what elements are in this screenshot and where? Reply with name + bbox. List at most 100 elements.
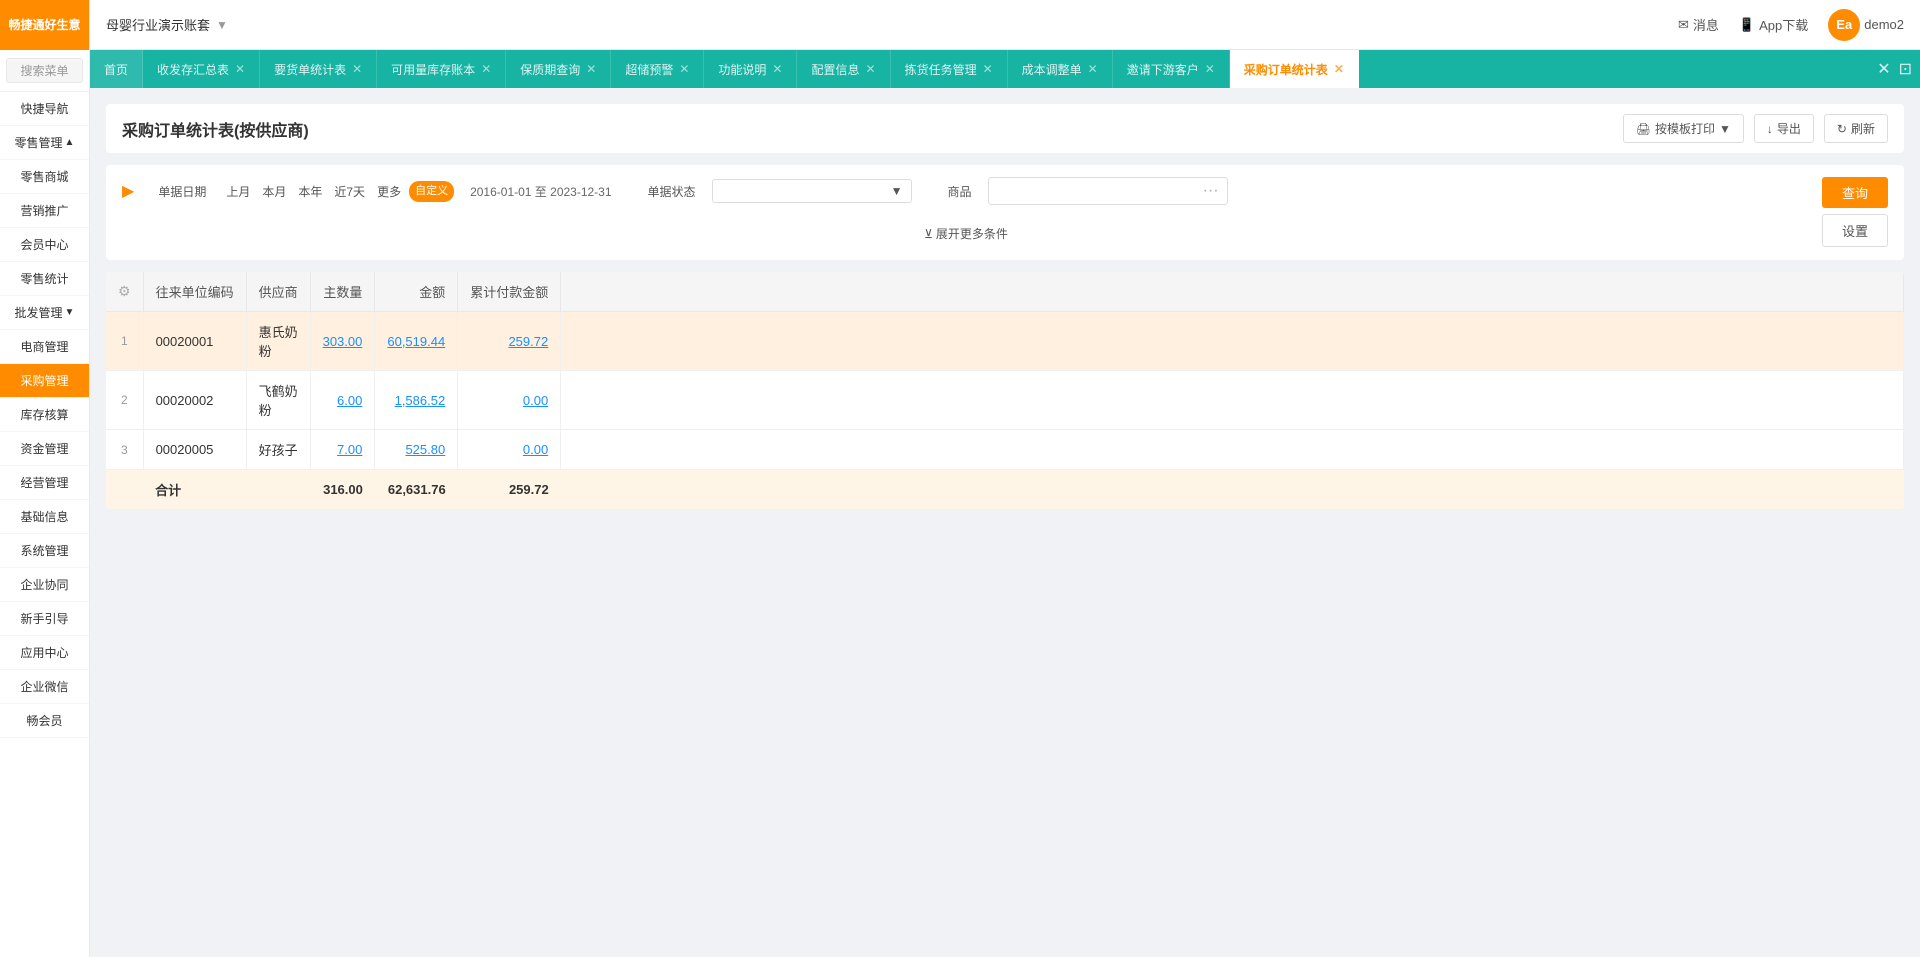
tab-close-all-button[interactable]: ✕ bbox=[1877, 59, 1890, 79]
sidebar-item-member[interactable]: 会员中心 bbox=[0, 228, 89, 262]
tab-available-stock[interactable]: 可用量库存账本 ✕ bbox=[377, 50, 506, 88]
tab-function-desc-close[interactable]: ✕ bbox=[772, 62, 782, 76]
sidebar-item-collab[interactable]: 企业协同 bbox=[0, 568, 89, 602]
tab-config-info-label: 配置信息 bbox=[811, 61, 859, 78]
tab-overstock-alert[interactable]: 超储预警 ✕ bbox=[611, 50, 704, 88]
tab-function-desc[interactable]: 功能说明 ✕ bbox=[704, 50, 797, 88]
cumulative-payment[interactable]: 0.00 bbox=[458, 371, 561, 430]
tab-home-label: 首页 bbox=[104, 61, 128, 78]
tab-config-info[interactable]: 配置信息 ✕ bbox=[797, 50, 890, 88]
printer-icon: 🖨 bbox=[1636, 122, 1651, 136]
shortcut-7days[interactable]: 近7天 bbox=[330, 181, 369, 202]
filter-collapse-button[interactable]: ▶ bbox=[122, 181, 134, 201]
footer-label: 合计 bbox=[143, 470, 246, 510]
tab-expiry-check-close[interactable]: ✕ bbox=[586, 62, 596, 76]
sidebar-item-finance[interactable]: 资金管理 bbox=[0, 432, 89, 466]
chevron-down-icon: ⊻ bbox=[924, 227, 933, 241]
settings-gear-icon[interactable]: ⚙ bbox=[118, 283, 131, 299]
shortcut-more[interactable]: 更多 bbox=[373, 181, 405, 202]
sidebar-item-basic[interactable]: 基础信息 bbox=[0, 500, 89, 534]
tab-order-stat-close[interactable]: ✕ bbox=[352, 62, 362, 76]
tab-bar: 首页 收发存汇总表 ✕ 要货单统计表 ✕ 可用量库存账本 ✕ 保质期查询 ✕ 超… bbox=[90, 50, 1920, 88]
page-title: 采购订单统计表(按供应商) bbox=[122, 117, 309, 141]
table-footer-row: 合计 316.00 62,631.76 259.72 bbox=[106, 470, 1904, 510]
sidebar-item-retail-stat[interactable]: 零售统计 bbox=[0, 262, 89, 296]
footer-empty-1 bbox=[106, 470, 143, 510]
shortcut-last-month[interactable]: 上月 bbox=[222, 181, 254, 202]
sidebar-item-system[interactable]: 系统管理 bbox=[0, 534, 89, 568]
print-button[interactable]: 🖨 按模板打印 ▼ bbox=[1623, 114, 1744, 143]
tab-receive-send-close[interactable]: ✕ bbox=[235, 62, 245, 76]
tab-home[interactable]: 首页 bbox=[90, 50, 143, 88]
user-menu[interactable]: Ea demo2 bbox=[1828, 9, 1904, 41]
row-num: 1 bbox=[106, 312, 143, 371]
shortcut-this-month[interactable]: 本月 bbox=[258, 181, 290, 202]
cumulative-payment[interactable]: 0.00 bbox=[458, 430, 561, 470]
sidebar-item-marketing[interactable]: 营销推广 bbox=[0, 194, 89, 228]
message-button[interactable]: ✉ 消息 bbox=[1678, 15, 1719, 34]
amount[interactable]: 60,519.44 bbox=[375, 312, 458, 371]
tab-purchase-order-stat[interactable]: 采购订单统计表 ✕ bbox=[1230, 50, 1359, 88]
settings-button[interactable]: 设置 bbox=[1822, 214, 1888, 247]
table-row[interactable]: 3 00020005 好孩子 7.00 525.80 0.00 bbox=[106, 430, 1904, 470]
shortcut-this-year[interactable]: 本年 bbox=[294, 181, 326, 202]
table-row[interactable]: 1 00020001 惠氏奶粉 303.00 60,519.44 259.72 bbox=[106, 312, 1904, 371]
amount[interactable]: 1,586.52 bbox=[375, 371, 458, 430]
sidebar-item-retail-mall[interactable]: 零售商城 bbox=[0, 160, 89, 194]
main-qty[interactable]: 7.00 bbox=[310, 430, 375, 470]
date-shortcuts: 上月 本月 本年 近7天 更多 自定义 bbox=[222, 181, 454, 202]
amount[interactable]: 525.80 bbox=[375, 430, 458, 470]
main-qty[interactable]: 303.00 bbox=[310, 312, 375, 371]
tab-cost-adjust-close[interactable]: ✕ bbox=[1088, 62, 1098, 76]
goods-input[interactable]: ··· bbox=[988, 177, 1228, 205]
tab-purchase-order-stat-close[interactable]: ✕ bbox=[1334, 62, 1344, 76]
sidebar-item-app-center[interactable]: 应用中心 bbox=[0, 636, 89, 670]
tab-expiry-check[interactable]: 保质期查询 ✕ bbox=[506, 50, 611, 88]
tab-order-stat[interactable]: 要货单统计表 ✕ bbox=[260, 50, 377, 88]
sidebar-item-quick-nav[interactable]: 快捷导航 bbox=[0, 92, 89, 126]
tab-picking-task[interactable]: 拣货任务管理 ✕ bbox=[891, 50, 1008, 88]
sidebar-item-retail[interactable]: 零售管理 ▲ bbox=[0, 126, 89, 160]
sidebar-item-inventory[interactable]: 库存核算 bbox=[0, 398, 89, 432]
tab-receive-send[interactable]: 收发存汇总表 ✕ bbox=[143, 50, 260, 88]
sidebar-search-area[interactable]: 搜索菜单 bbox=[0, 50, 89, 92]
sidebar-item-guide[interactable]: 新手引导 bbox=[0, 602, 89, 636]
query-button[interactable]: 查询 bbox=[1822, 177, 1888, 208]
sidebar-item-wholesale[interactable]: 批发管理 ▼ bbox=[0, 296, 89, 330]
tab-picking-task-close[interactable]: ✕ bbox=[983, 62, 993, 76]
tab-config-info-close[interactable]: ✕ bbox=[866, 62, 876, 76]
cumulative-payment[interactable]: 259.72 bbox=[458, 312, 561, 371]
filter-panel: ▶ 单据日期 上月 本月 本年 近7天 更多 自定义 2016-01-01 至 … bbox=[106, 165, 1904, 260]
table-row[interactable]: 2 00020002 飞鹤奶粉 6.00 1,586.52 0.00 bbox=[106, 371, 1904, 430]
refresh-button[interactable]: ↻ 刷新 bbox=[1824, 114, 1888, 143]
supplier: 惠氏奶粉 bbox=[246, 312, 310, 371]
sidebar-item-purchase[interactable]: 采购管理 bbox=[0, 364, 89, 398]
sidebar-item-wechat[interactable]: 企业微信 bbox=[0, 670, 89, 704]
page-content: 采购订单统计表(按供应商) 🖨 按模板打印 ▼ ↓ 导出 ↻ 刷新 bbox=[90, 88, 1920, 957]
data-table: ⚙ 往来单位编码 供应商 主数量 金额 累计付款金额 1 00020001 惠氏… bbox=[106, 272, 1904, 509]
chevron-down-icon: ▼ bbox=[216, 18, 228, 32]
company-code: 00020001 bbox=[143, 312, 246, 371]
tab-picking-task-label: 拣货任务管理 bbox=[905, 61, 977, 78]
tab-cost-adjust[interactable]: 成本调整单 ✕ bbox=[1008, 50, 1113, 88]
tab-invite-downstream[interactable]: 邀请下游客户 ✕ bbox=[1113, 50, 1230, 88]
tab-maximize-button[interactable]: ⊡ bbox=[1899, 59, 1912, 79]
tab-invite-downstream-close[interactable]: ✕ bbox=[1205, 62, 1215, 76]
status-select[interactable]: ▼ bbox=[712, 179, 912, 203]
export-button[interactable]: ↓ 导出 bbox=[1754, 114, 1814, 143]
store-selector[interactable]: 母婴行业演示账套 ▼ bbox=[106, 15, 228, 34]
main-qty[interactable]: 6.00 bbox=[310, 371, 375, 430]
sidebar-item-vip[interactable]: 畅会员 bbox=[0, 704, 89, 738]
tab-overstock-alert-close[interactable]: ✕ bbox=[679, 62, 689, 76]
goods-more-button[interactable]: ··· bbox=[1203, 182, 1219, 200]
row-extra bbox=[561, 430, 1904, 470]
custom-date-tag[interactable]: 自定义 bbox=[409, 181, 454, 202]
tab-available-stock-close[interactable]: ✕ bbox=[481, 62, 491, 76]
search-input[interactable]: 搜索菜单 bbox=[6, 58, 83, 83]
sidebar-item-operation[interactable]: 经营管理 bbox=[0, 466, 89, 500]
expand-more-button[interactable]: ⊻ 展开更多条件 bbox=[924, 219, 1008, 248]
col-settings-header[interactable]: ⚙ bbox=[106, 272, 143, 312]
app-download-button[interactable]: 📱 App下载 bbox=[1739, 15, 1808, 34]
sidebar-item-ecommerce[interactable]: 电商管理 bbox=[0, 330, 89, 364]
main-area: 母婴行业演示账套 ▼ ✉ 消息 📱 App下载 Ea demo2 首页 收发存汇… bbox=[90, 0, 1920, 957]
